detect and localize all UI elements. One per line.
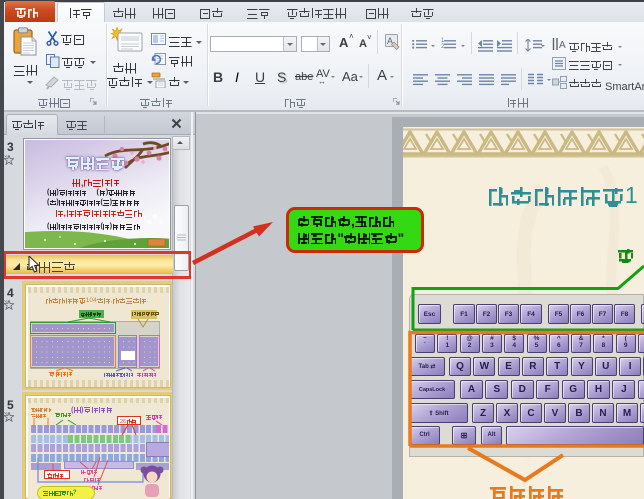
svg-text:A: A	[559, 40, 566, 51]
